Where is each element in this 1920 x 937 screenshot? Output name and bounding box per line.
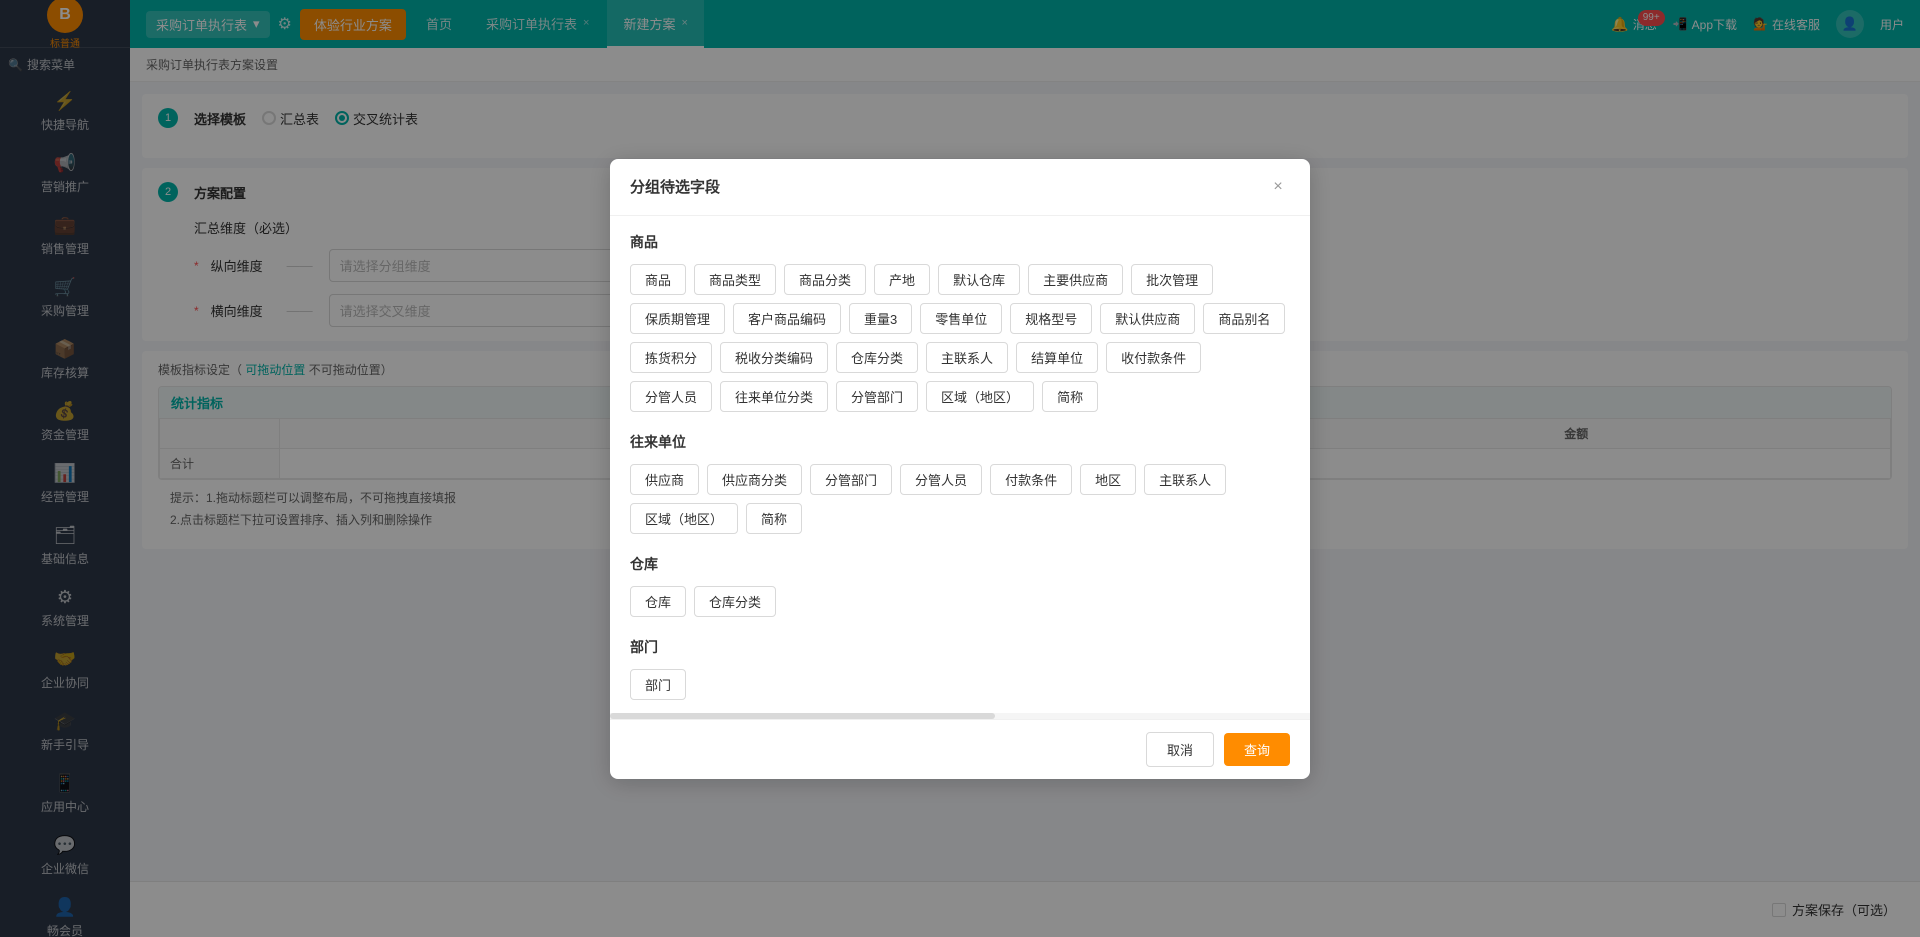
field-tag[interactable]: 区域（地区） xyxy=(926,381,1034,412)
section-goods: 商品 商品 商品类型 商品分类 产地 默认仓库 主要供应商 批次管理 保质期管理… xyxy=(630,232,1290,412)
field-tag[interactable]: 往来单位分类 xyxy=(720,381,828,412)
section-goods-title: 商品 xyxy=(630,232,1290,252)
section-department-title: 部门 xyxy=(630,637,1290,657)
section-partner-title: 往来单位 xyxy=(630,432,1290,452)
field-tag[interactable]: 部门 xyxy=(630,669,686,700)
scrollbar-thumb-h xyxy=(610,713,995,718)
field-tag[interactable]: 付款条件 xyxy=(990,464,1072,495)
field-tag[interactable]: 分管部门 xyxy=(810,464,892,495)
cancel-button[interactable]: 取消 xyxy=(1146,732,1214,767)
field-tag[interactable]: 仓库分类 xyxy=(694,586,776,617)
field-tag[interactable]: 供应商 xyxy=(630,464,699,495)
field-tag[interactable]: 供应商分类 xyxy=(707,464,802,495)
modal-footer: 取消 查询 xyxy=(610,719,1310,779)
modal-title: 分组待选字段 xyxy=(630,176,720,197)
field-tag[interactable]: 简称 xyxy=(1042,381,1098,412)
field-tag[interactable]: 商品别名 xyxy=(1203,303,1285,334)
field-tag[interactable]: 保质期管理 xyxy=(630,303,725,334)
section-partner: 往来单位 供应商 供应商分类 分管部门 分管人员 付款条件 地区 主联系人 区域… xyxy=(630,432,1290,534)
field-tag[interactable]: 默认仓库 xyxy=(938,264,1020,295)
field-tag[interactable]: 税收分类编码 xyxy=(720,342,828,373)
modal-body[interactable]: 商品 商品 商品类型 商品分类 产地 默认仓库 主要供应商 批次管理 保质期管理… xyxy=(610,216,1310,714)
field-tag[interactable]: 商品类型 xyxy=(694,264,776,295)
field-tag[interactable]: 客户商品编码 xyxy=(733,303,841,334)
field-tag[interactable]: 结算单位 xyxy=(1016,342,1098,373)
field-tag[interactable]: 区域（地区） xyxy=(630,503,738,534)
section-partner-fields: 供应商 供应商分类 分管部门 分管人员 付款条件 地区 主联系人 区域（地区） … xyxy=(630,464,1290,534)
section-department: 部门 部门 xyxy=(630,637,1290,700)
field-tag[interactable]: 默认供应商 xyxy=(1100,303,1195,334)
field-tag[interactable]: 规格型号 xyxy=(1010,303,1092,334)
field-tag[interactable]: 地区 xyxy=(1080,464,1136,495)
section-goods-fields: 商品 商品类型 商品分类 产地 默认仓库 主要供应商 批次管理 保质期管理 客户… xyxy=(630,264,1290,412)
modal-header: 分组待选字段 × xyxy=(610,159,1310,216)
field-tag[interactable]: 简称 xyxy=(746,503,802,534)
field-tag[interactable]: 仓库 xyxy=(630,586,686,617)
field-tag[interactable]: 重量3 xyxy=(849,303,912,334)
field-tag[interactable]: 分管人员 xyxy=(630,381,712,412)
field-tag[interactable]: 收付款条件 xyxy=(1106,342,1201,373)
section-warehouse-fields: 仓库 仓库分类 xyxy=(630,586,1290,617)
field-tag[interactable]: 批次管理 xyxy=(1131,264,1213,295)
field-tag[interactable]: 主联系人 xyxy=(926,342,1008,373)
field-tag[interactable]: 仓库分类 xyxy=(836,342,918,373)
modal-close-button[interactable]: × xyxy=(1266,175,1290,199)
field-tag[interactable]: 商品 xyxy=(630,264,686,295)
confirm-button[interactable]: 查询 xyxy=(1224,733,1290,766)
field-tag[interactable]: 分管部门 xyxy=(836,381,918,412)
section-department-fields: 部门 xyxy=(630,669,1290,700)
section-warehouse-title: 仓库 xyxy=(630,554,1290,574)
field-tag[interactable]: 商品分类 xyxy=(784,264,866,295)
field-select-modal: 分组待选字段 × 商品 商品 商品类型 商品分类 产地 默认仓库 主要供应商 批… xyxy=(610,159,1310,779)
field-tag[interactable]: 产地 xyxy=(874,264,930,295)
field-tag[interactable]: 主联系人 xyxy=(1144,464,1226,495)
modal-overlay: 分组待选字段 × 商品 商品 商品类型 商品分类 产地 默认仓库 主要供应商 批… xyxy=(0,0,1920,937)
field-tag[interactable]: 拣货积分 xyxy=(630,342,712,373)
modal-scrollbar-h[interactable] xyxy=(610,713,1310,718)
field-tag[interactable]: 零售单位 xyxy=(920,303,1002,334)
section-warehouse: 仓库 仓库 仓库分类 xyxy=(630,554,1290,617)
field-tag[interactable]: 分管人员 xyxy=(900,464,982,495)
field-tag[interactable]: 主要供应商 xyxy=(1028,264,1123,295)
